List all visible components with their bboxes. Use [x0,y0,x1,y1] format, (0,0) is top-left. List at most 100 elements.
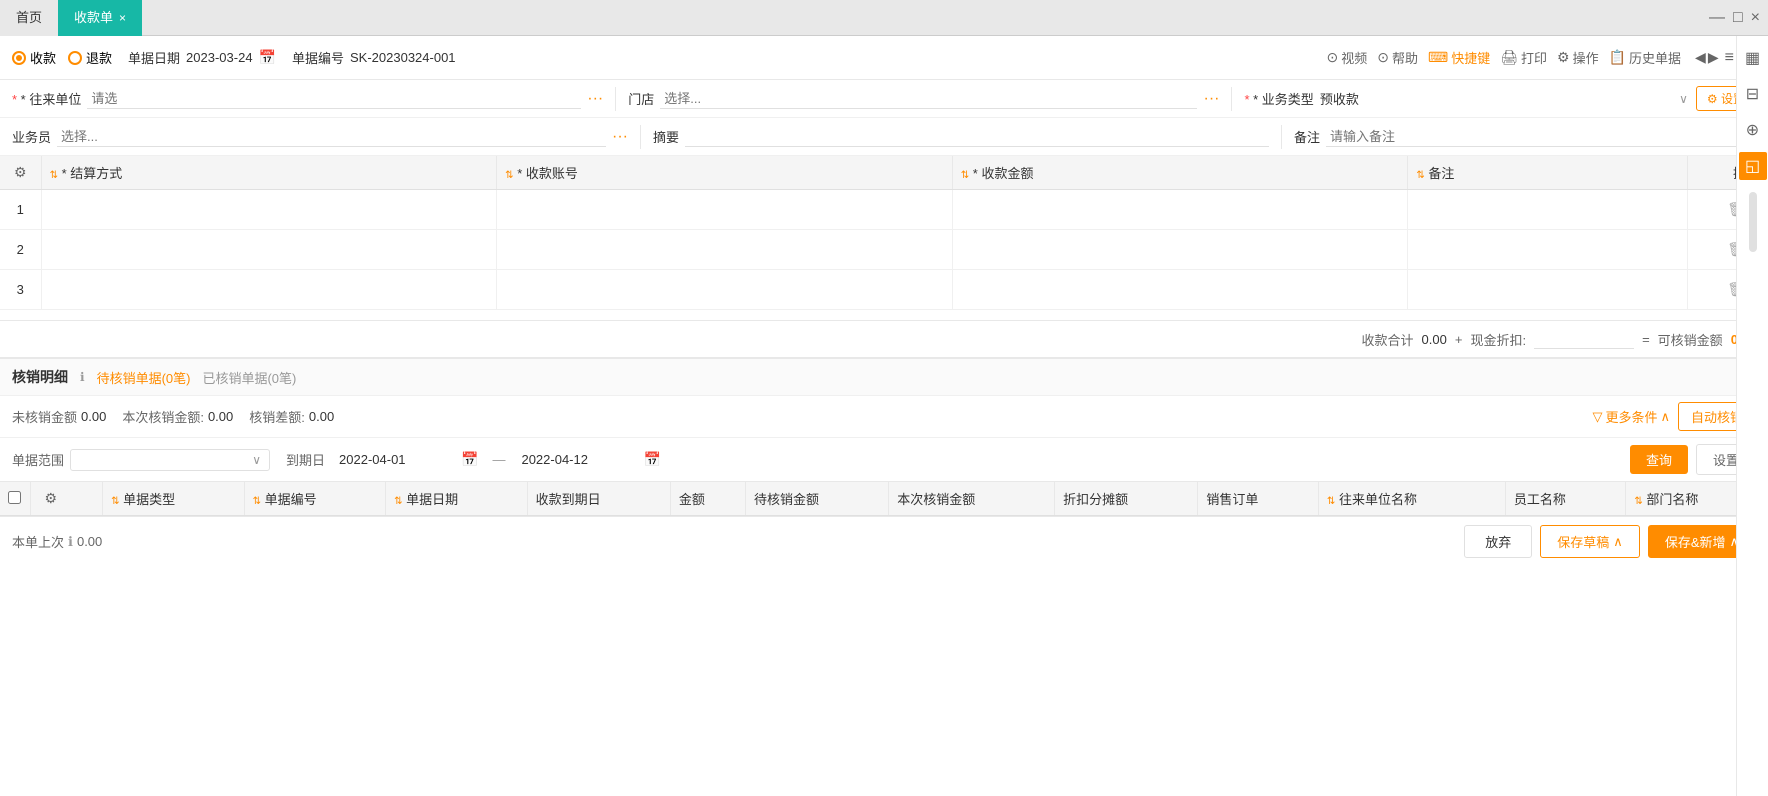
row-num-1: 1 [0,190,41,230]
tab-home[interactable]: 首页 [0,0,58,36]
row-amount-1[interactable] [952,190,1408,230]
discount-input[interactable] [1534,329,1634,349]
date-end-input[interactable] [513,448,633,471]
row-settlement-3[interactable] [41,270,497,310]
done-tab-link[interactable]: 已核销单据(0笔) [202,368,296,387]
col-remark-label: 备注 [1428,166,1454,181]
shortcut-btn[interactable]: ⌨ 快捷键 [1428,48,1490,67]
row-num-2: 2 [0,230,41,270]
biz-type-arrow-icon[interactable]: ∨ [1679,92,1688,106]
row-account-2[interactable] [497,230,953,270]
row-settlement-1[interactable] [41,190,497,230]
row-remark-3[interactable] [1408,270,1688,310]
sort-account-icon[interactable]: ⇅ [505,170,513,181]
row-account-1[interactable] [497,190,953,230]
sidebar-attach-icon[interactable]: ⊕ [1739,116,1767,144]
tab-active[interactable]: 收款单 × [58,0,142,36]
radio-receipt[interactable]: 收款 [12,48,56,67]
toolbar-right: ⊙ 视频 ⊙ 帮助 ⌨ 快捷键 🖨 打印 ⚙ 操作 📋 历史单据 [1326,48,1756,68]
remark-input[interactable] [1326,127,1756,147]
row-remark-2[interactable] [1408,230,1688,270]
sort-doc-date-icon[interactable]: ⇅ [394,496,402,507]
sidebar-scrollbar[interactable] [1749,192,1757,252]
doc-range-select[interactable]: ∨ [70,449,270,471]
maximize-icon[interactable]: □ [1733,9,1743,27]
sort-remark-icon[interactable]: ⇅ [1416,170,1424,181]
tab-bar-right: — □ × [1709,9,1768,27]
equals-sign: = [1642,332,1650,347]
col-receipt-date-header: 收款到期日 [527,482,670,516]
help-btn[interactable]: ⊙ 帮助 [1377,48,1418,67]
col-staff-label: 员工名称 [1514,492,1566,507]
print-btn[interactable]: 🖨 打印 [1500,48,1547,67]
row-remark-1[interactable] [1408,190,1688,230]
window-close-icon[interactable]: × [1751,9,1760,27]
store-more-icon[interactable]: ··· [1203,91,1219,107]
staff-input[interactable] [57,127,606,147]
current-filter: 本次核销金额: 0.00 [122,407,233,426]
footer-label: 本单上次 [12,532,64,551]
operation-btn[interactable]: ⚙ 操作 [1557,48,1599,67]
col-sales-order-header: 销售订单 [1198,482,1319,516]
offset-section-title: 核销明细 [12,367,68,387]
nav-prev-icon[interactable]: ◀ [1695,49,1706,66]
sort-doc-type-icon[interactable]: ⇅ [111,496,119,507]
row-settlement-2[interactable] [41,230,497,270]
video-btn[interactable]: ⊙ 视频 [1326,48,1367,67]
doc-range-arrow-icon: ∨ [252,453,261,467]
query-btn[interactable]: 查询 [1630,445,1688,474]
net-label: 可核销金额 [1658,330,1723,349]
uncleared-value: 0.00 [81,409,106,424]
row-amount-2[interactable] [952,230,1408,270]
divider1 [615,87,616,111]
col-settlement-label: * 结算方式 [62,166,123,181]
save-draft-btn[interactable]: 保存草稿 ∧ [1540,525,1640,558]
minimize-icon[interactable]: — [1709,9,1725,27]
cal-start-icon[interactable]: 📅 [455,451,484,468]
col-amount-label: 金额 [679,492,705,507]
biz-type-value: 预收款 [1320,89,1679,108]
sort-amount-icon[interactable]: ⇅ [961,170,969,181]
due-date-label: 到期日 [286,450,325,469]
layout-list-icon[interactable]: ≡ [1725,49,1734,67]
bottom-table-gear-btn[interactable]: ⚙ [39,488,64,509]
table-row: 2 🗑 ⧉ [0,230,1768,270]
select-all-checkbox[interactable] [8,491,21,504]
counterpart-more-icon[interactable]: ··· [587,91,603,107]
offset-info-icon[interactable]: ℹ [80,370,85,384]
tab-close-icon[interactable]: × [119,0,126,36]
shortcut-label: 快捷键 [1451,48,1490,67]
bottom-table: ⚙ ⇅ 单据类型 ⇅ 单据编号 ⇅ 单据日期 收款到期日 [0,482,1768,516]
date-start-input[interactable] [331,448,451,471]
radio-refund[interactable]: 退款 [68,48,112,67]
sidebar-list-icon[interactable]: ⊟ [1739,80,1767,108]
footer-info-icon[interactable]: ℹ [68,534,73,550]
abandon-btn[interactable]: 放弃 [1464,525,1532,558]
sidebar-table-icon[interactable]: ▦ [1739,44,1767,72]
row-account-3[interactable] [497,270,953,310]
row-amount-3[interactable] [952,270,1408,310]
doc-range-field: 单据范围 ∨ [12,449,270,471]
plus-sign: + [1455,332,1463,347]
print-label: 打印 [1521,48,1547,67]
sort-dept-icon[interactable]: ⇅ [1634,496,1642,507]
col-amount-label: * 收款金额 [973,166,1034,181]
sidebar-expand-icon[interactable]: ◱ [1739,152,1767,180]
history-btn[interactable]: 📋 历史单据 [1609,48,1681,67]
radio-refund-label: 退款 [86,48,112,67]
sort-doc-num-icon[interactable]: ⇅ [253,496,261,507]
staff-more-icon[interactable]: ··· [612,129,628,145]
counterpart-input[interactable] [87,89,581,109]
sort-counterpart-icon[interactable]: ⇅ [1327,496,1335,507]
store-input[interactable] [660,89,1197,109]
more-filter-btn[interactable]: ▽ 更多条件 ∧ [1592,407,1670,426]
staff-field: 业务员 ··· [12,127,628,147]
pending-tab-link[interactable]: 待核销单据(0笔) [97,368,191,387]
table-gear-btn[interactable]: ⚙ [8,162,33,183]
summary-input[interactable] [685,127,1269,147]
form-row-1: * * 往来单位 ··· 门店 ··· * * 业务类型 预收款 ∨ ⚙ 设置 [0,80,1768,118]
nav-next-icon[interactable]: ▶ [1708,49,1719,66]
sort-settlement-icon[interactable]: ⇅ [50,170,58,181]
calendar-icon[interactable]: 📅 [259,49,276,66]
cal-end-icon[interactable]: 📅 [637,451,666,468]
